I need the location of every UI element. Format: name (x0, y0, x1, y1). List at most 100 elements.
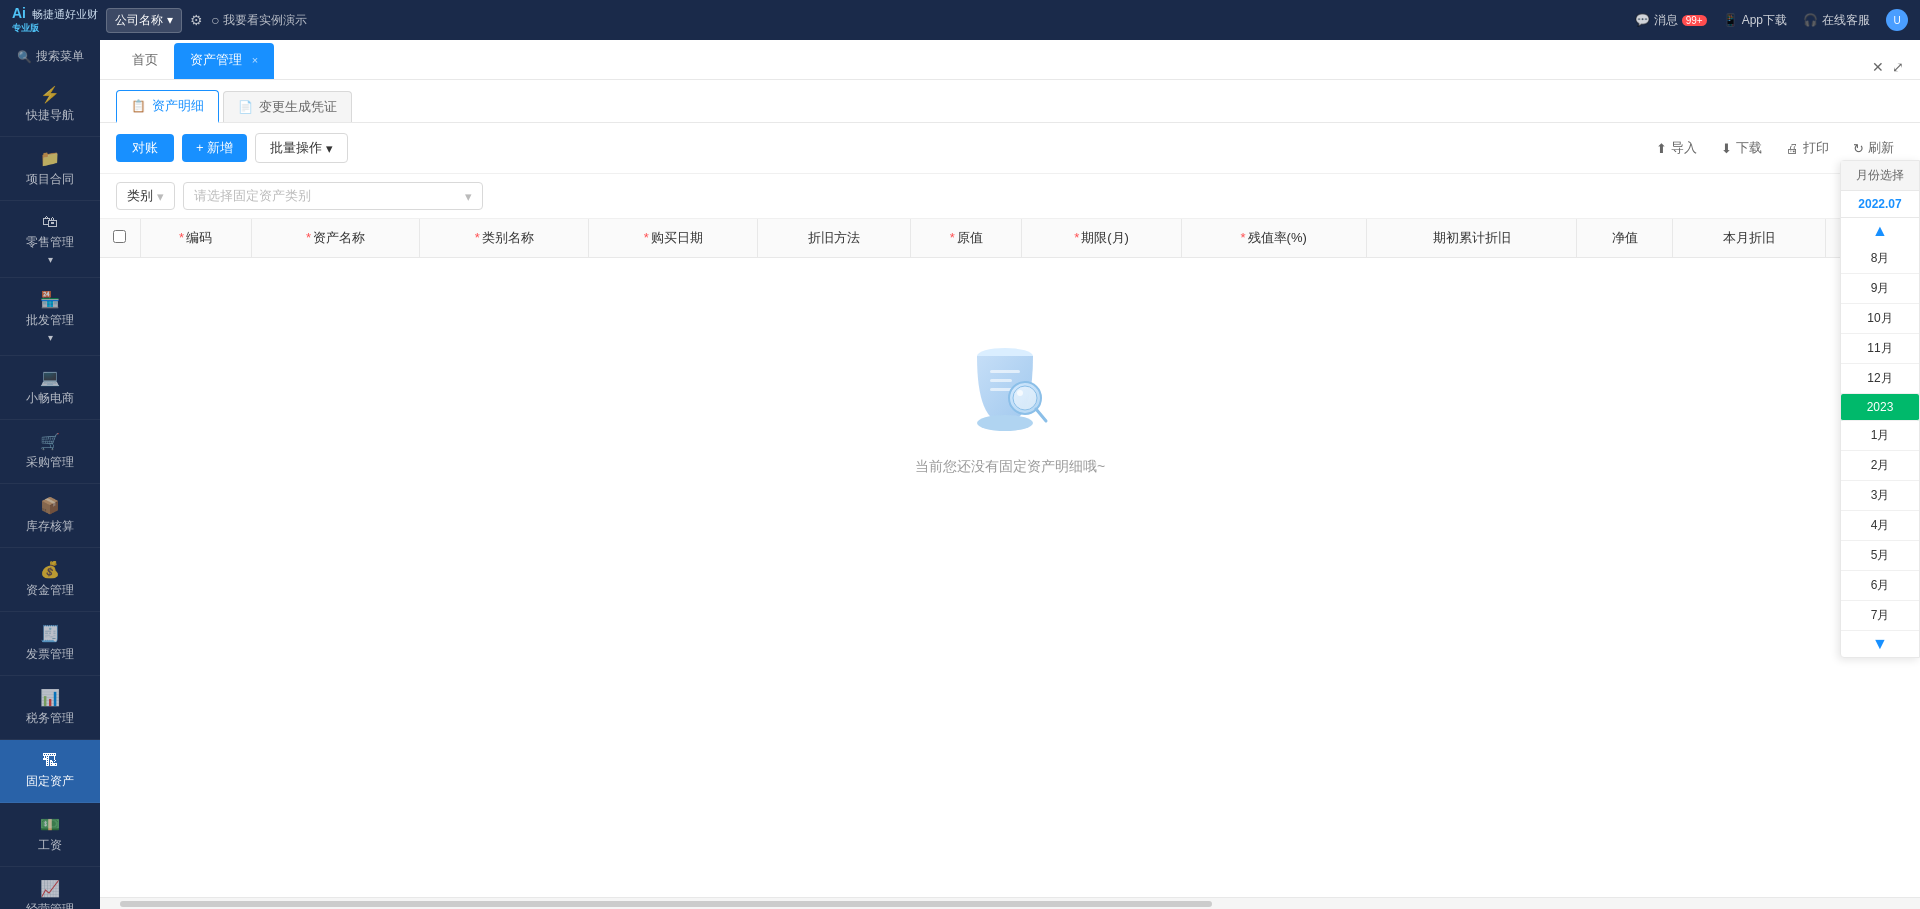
month-item-6[interactable]: 6月 (1841, 571, 1919, 601)
category-label: 类别 (127, 187, 153, 205)
user-avatar[interactable]: U (1886, 9, 1908, 31)
import-button[interactable]: ⬆ 导入 (1646, 134, 1707, 162)
sidebar-item-fixed-assets[interactable]: 🏗 固定资产 (0, 740, 100, 803)
asset-detail-tab-label: 资产明细 (152, 97, 204, 115)
category-filter[interactable]: 类别 ▾ (116, 182, 175, 210)
sidebar-item-salary[interactable]: 💵 工资 (0, 803, 100, 867)
retail-expand-icon: ▾ (48, 254, 53, 265)
month-nav-up[interactable]: ▲ (1841, 218, 1919, 244)
sidebar: 🔍 搜索菜单 ⚡ 快捷导航 📁 项目合同 🛍 零售管理 ▾ 🏪 批发管理 ▾ 💻… (0, 40, 100, 909)
retail-icon: 🛍 (42, 213, 58, 231)
top-bar-left: Ai 畅捷通好业财 专业版 公司名称 ▾ ⚙ 我要看实例演示 (12, 5, 307, 35)
tab-asset-management[interactable]: 资产管理 × (174, 43, 274, 79)
sidebar-item-quick-nav[interactable]: ⚡ 快捷导航 (0, 73, 100, 137)
month-item-11[interactable]: 11月 (1841, 334, 1919, 364)
add-button[interactable]: + 新增 (182, 134, 247, 162)
salary-label: 工资 (38, 837, 62, 854)
app-download-btn[interactable]: 📱 App下载 (1723, 12, 1787, 29)
month-nav-down[interactable]: ▼ (1841, 631, 1919, 657)
empty-state: 当前您还没有固定资产明细哦~ (100, 258, 1920, 556)
window-close-icon[interactable]: ✕ (1872, 59, 1884, 75)
tab-bar: 首页 资产管理 × ✕ ⤢ (100, 40, 1920, 80)
ecommerce-icon: 💻 (40, 368, 60, 387)
asset-detail-tab-icon: 📋 (131, 99, 146, 113)
month-item-year-badge: 2023 (1841, 394, 1919, 421)
sidebar-item-operations[interactable]: 📈 经营管理 (0, 867, 100, 909)
toolbar: 对账 + 新增 批量操作 ▾ ⬆ 导入 ⬇ 下载 (100, 123, 1920, 174)
tab-home[interactable]: 首页 (116, 43, 174, 79)
month-panel-selected: 2022.07 (1841, 191, 1919, 218)
month-nav-up-icon: ▲ (1872, 222, 1888, 240)
company-selector[interactable]: 公司名称 ▾ (106, 8, 182, 33)
reconcile-button[interactable]: 对账 (116, 134, 174, 162)
sidebar-item-retail[interactable]: 🛍 零售管理 ▾ (0, 201, 100, 278)
sidebar-item-purchase[interactable]: 🛒 采购管理 (0, 420, 100, 484)
category-input[interactable]: 请选择固定资产类别 ▾ (183, 182, 483, 210)
month-panel: 月份选择 2022.07 ▲ 8月 9月 10月 11月 12月 2023 1月… (1840, 160, 1920, 658)
th-net-value: 净值 (1577, 219, 1672, 258)
sidebar-item-search[interactable]: 🔍 搜索菜单 (0, 40, 100, 73)
month-item-12[interactable]: 12月 (1841, 364, 1919, 394)
month-item-4[interactable]: 4月 (1841, 511, 1919, 541)
settings-icon[interactable]: ⚙ (190, 12, 203, 28)
fixed-assets-label: 固定资产 (26, 773, 74, 790)
refresh-icon: ↻ (1853, 141, 1864, 156)
sidebar-item-wholesale[interactable]: 🏪 批发管理 ▾ (0, 278, 100, 356)
th-original-value: *原值 (911, 219, 1022, 258)
bottom-scrollbar[interactable] (100, 897, 1920, 909)
page-content: 📋 资产明细 📄 变更生成凭证 对账 + 新增 批量操作 ▾ (100, 80, 1920, 909)
online-service-btn[interactable]: 🎧 在线客服 (1803, 12, 1870, 29)
table-container: *编码 *资产名称 *类别名称 *购买日期 折旧方法 *原值 *期限(月) *残… (100, 219, 1920, 897)
tab-close-icon[interactable]: × (252, 54, 258, 66)
sub-tab-bar: 📋 资产明细 📄 变更生成凭证 (100, 80, 1920, 123)
bottom-scroll-thumb[interactable] (120, 901, 1212, 907)
empty-illustration (950, 338, 1070, 438)
sub-tab-asset-detail[interactable]: 📋 资产明细 (116, 90, 219, 123)
download-button[interactable]: ⬇ 下载 (1711, 134, 1772, 162)
sub-tab-change-voucher[interactable]: 📄 变更生成凭证 (223, 91, 352, 122)
download-icon: ⬇ (1721, 141, 1732, 156)
month-item-9[interactable]: 9月 (1841, 274, 1919, 304)
sidebar-item-finance[interactable]: 💰 资金管理 (0, 548, 100, 612)
logo-ai-text: Ai (12, 5, 26, 21)
operations-icon: 📈 (40, 879, 60, 898)
user-initial: U (1893, 15, 1900, 26)
company-dropdown-icon: ▾ (167, 13, 173, 27)
month-item-8[interactable]: 8月 (1841, 244, 1919, 274)
demo-link[interactable]: 我要看实例演示 (211, 12, 307, 29)
month-item-10[interactable]: 10月 (1841, 304, 1919, 334)
window-maximize-icon[interactable]: ⤢ (1892, 59, 1904, 75)
change-voucher-tab-label: 变更生成凭证 (259, 98, 337, 116)
th-monthly-depreciation: 本月折旧 (1672, 219, 1825, 258)
message-btn[interactable]: 💬 消息 99+ (1635, 12, 1707, 29)
sidebar-item-tax[interactable]: 📊 税务管理 (0, 676, 100, 740)
month-item-7[interactable]: 7月 (1841, 601, 1919, 631)
month-item-2[interactable]: 2月 (1841, 451, 1919, 481)
tax-icon: 📊 (40, 688, 60, 707)
logo-edition: 专业版 (12, 22, 98, 35)
print-button[interactable]: 🖨 打印 (1776, 134, 1839, 162)
sidebar-item-project-contract[interactable]: 📁 项目合同 (0, 137, 100, 201)
select-all-checkbox[interactable] (113, 230, 126, 243)
app-download-label: App下载 (1742, 12, 1787, 29)
tab-asset-label: 资产管理 (190, 52, 242, 67)
month-item-5[interactable]: 5月 (1841, 541, 1919, 571)
app-logo: Ai 畅捷通好业财 专业版 (12, 5, 98, 35)
top-bar-right: 💬 消息 99+ 📱 App下载 🎧 在线客服 U (1635, 9, 1908, 31)
month-item-1[interactable]: 1月 (1841, 421, 1919, 451)
refresh-button[interactable]: ↻ 刷新 (1843, 134, 1904, 162)
sidebar-item-invoice[interactable]: 🧾 发票管理 (0, 612, 100, 676)
online-service-label: 在线客服 (1822, 12, 1870, 29)
sidebar-item-ecommerce[interactable]: 💻 小畅电商 (0, 356, 100, 420)
svg-rect-3 (990, 379, 1012, 382)
invoice-label: 发票管理 (26, 646, 74, 663)
empty-message: 当前您还没有固定资产明细哦~ (915, 458, 1105, 476)
batch-ops-button[interactable]: 批量操作 ▾ (255, 133, 348, 163)
tax-label: 税务管理 (26, 710, 74, 727)
sidebar-item-inventory[interactable]: 📦 库存核算 (0, 484, 100, 548)
fixed-assets-icon: 🏗 (42, 752, 58, 770)
inventory-icon: 📦 (40, 496, 60, 515)
month-item-3[interactable]: 3月 (1841, 481, 1919, 511)
change-voucher-tab-icon: 📄 (238, 100, 253, 114)
print-icon: 🖨 (1786, 141, 1799, 156)
